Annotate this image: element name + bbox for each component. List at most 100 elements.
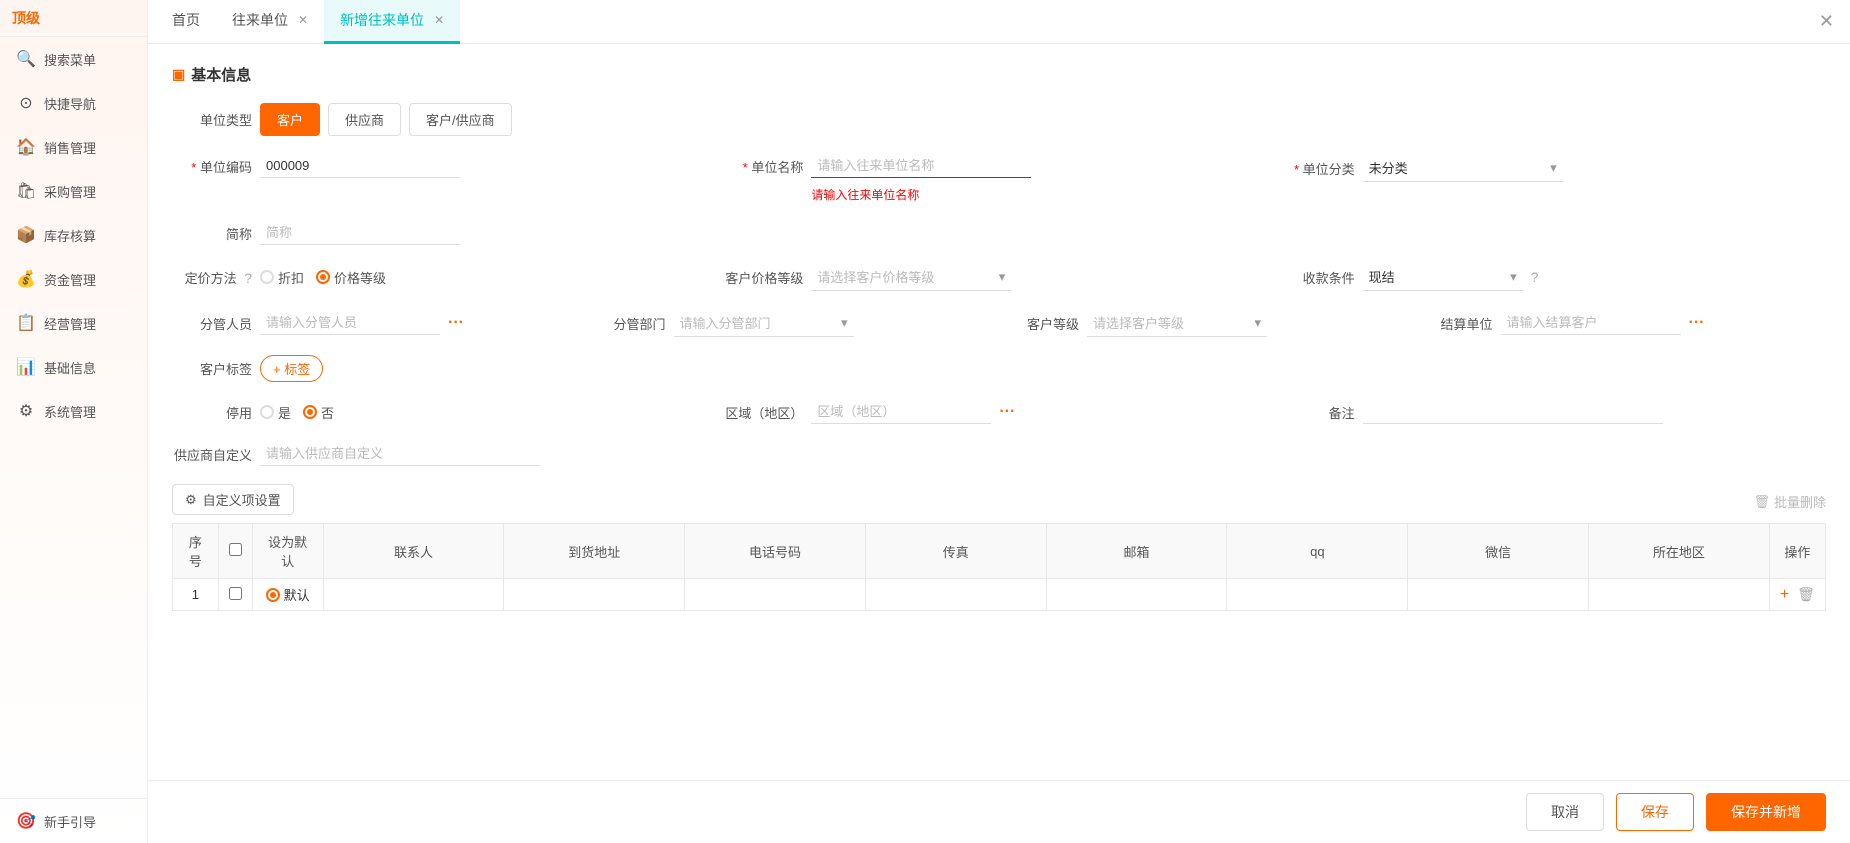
unit-code-input[interactable] bbox=[260, 154, 460, 178]
unit-category-select[interactable]: 未分类 ▾ bbox=[1363, 154, 1563, 182]
unit-type-buttons: 客户 供应商 客户/供应商 bbox=[260, 103, 512, 136]
disabled-no-radio[interactable]: 否 bbox=[303, 403, 334, 422]
supplier-custom-input[interactable] bbox=[260, 442, 540, 466]
row-contact-input[interactable] bbox=[334, 587, 494, 602]
tab-new-partner[interactable]: 新增往来单位 ✕ bbox=[324, 0, 460, 44]
unit-type-customer-button[interactable]: 客户 bbox=[260, 103, 320, 136]
purchase-icon: 🛍 bbox=[16, 181, 36, 201]
disabled-yes-label: 是 bbox=[278, 403, 291, 422]
pricing-row: 定价方法 ? 折扣 价格等级 客户价格等级 请选择客户价 bbox=[172, 263, 1826, 291]
custom-setting-button[interactable]: ⚙ 自定义项设置 bbox=[172, 484, 294, 515]
sidebar-item-sales[interactable]: 🏠 销售管理 bbox=[0, 125, 147, 169]
code-name-category-row: * 单位编码 * 单位名称 请输入往来单位名称 bbox=[172, 154, 1826, 203]
customer-price-level-select[interactable]: 请选择客户价格等级 ▾ bbox=[811, 263, 1011, 291]
guide-icon: 🎯 bbox=[16, 811, 36, 831]
region-field: 区域（地区） ··· bbox=[723, 400, 1274, 424]
col-index: 序号 bbox=[173, 524, 219, 579]
basic-icon: 📊 bbox=[16, 357, 36, 377]
pricing-level-radio[interactable]: 价格等级 bbox=[316, 268, 386, 287]
row-checkbox[interactable] bbox=[229, 587, 242, 600]
customer-level-placeholder: 请选择客户等级 bbox=[1093, 313, 1250, 332]
unit-name-input[interactable] bbox=[811, 154, 1031, 178]
sidebar-item-inventory[interactable]: 📦 库存核算 bbox=[0, 213, 147, 257]
row-qq-cell[interactable] bbox=[1227, 579, 1408, 611]
remark-input[interactable] bbox=[1363, 400, 1663, 424]
sidebar-item-finance[interactable]: 💰 资金管理 bbox=[0, 257, 147, 301]
row-fax-input[interactable] bbox=[876, 587, 1036, 602]
unit-category-label: * 单位分类 bbox=[1275, 159, 1355, 178]
region-input[interactable] bbox=[811, 400, 991, 424]
tab-new-partner-close-icon[interactable]: ✕ bbox=[434, 13, 444, 27]
row-address-cell[interactable] bbox=[504, 579, 685, 611]
manager-more-button[interactable]: ··· bbox=[448, 314, 464, 332]
table-row: 1 默认 bbox=[173, 579, 1826, 611]
row-qq-input[interactable] bbox=[1237, 587, 1397, 602]
row-contact-cell[interactable] bbox=[323, 579, 504, 611]
pricing-discount-label: 折扣 bbox=[278, 268, 304, 287]
sidebar-item-system[interactable]: ⚙ 系统管理 bbox=[0, 389, 147, 433]
select-all-checkbox[interactable] bbox=[229, 543, 242, 556]
row-area-input[interactable] bbox=[1599, 587, 1759, 602]
unit-type-label: 单位类型 bbox=[172, 110, 252, 129]
disabled-yes-radio[interactable]: 是 bbox=[260, 403, 291, 422]
row-email-cell[interactable] bbox=[1046, 579, 1227, 611]
row-area-cell[interactable] bbox=[1589, 579, 1770, 611]
custom-setting-icon: ⚙ bbox=[185, 492, 197, 508]
pricing-method-label: 定价方法 ? bbox=[172, 268, 252, 287]
supplier-custom-row: 供应商自定义 bbox=[172, 442, 1826, 466]
manager-input[interactable] bbox=[260, 311, 440, 335]
custom-setting-label: 自定义项设置 bbox=[203, 490, 281, 509]
department-select[interactable]: 请输入分管部门 ▾ bbox=[674, 309, 854, 337]
disabled-no-label: 否 bbox=[321, 403, 334, 422]
search-icon: 🔍 bbox=[16, 49, 36, 69]
payment-terms-label: 收款条件 bbox=[1275, 268, 1355, 287]
sidebar-item-quicknav[interactable]: ⊙ 快捷导航 bbox=[0, 81, 147, 125]
unit-category-field: * 单位分类 未分类 ▾ bbox=[1275, 154, 1826, 182]
unit-type-supplier-button[interactable]: 供应商 bbox=[328, 103, 401, 136]
tab-partner[interactable]: 往来单位 ✕ bbox=[216, 0, 324, 44]
payment-terms-help-icon[interactable]: ? bbox=[1531, 269, 1539, 285]
save-button[interactable]: 保存 bbox=[1616, 793, 1694, 831]
pricing-discount-radio[interactable]: 折扣 bbox=[260, 268, 304, 287]
sidebar-item-purchase[interactable]: 🛍 采购管理 bbox=[0, 169, 147, 213]
row-phone-input[interactable] bbox=[695, 587, 855, 602]
row-wechat-cell[interactable] bbox=[1408, 579, 1589, 611]
unit-type-both-button[interactable]: 客户/供应商 bbox=[409, 103, 512, 136]
row-phone-cell[interactable] bbox=[685, 579, 866, 611]
sidebar-item-operations[interactable]: 📋 经营管理 bbox=[0, 301, 147, 345]
sidebar-item-basic[interactable]: 📊 基础信息 bbox=[0, 345, 147, 389]
settlement-unit-more-button[interactable]: ··· bbox=[1689, 314, 1705, 332]
row-add-button[interactable]: + bbox=[1780, 586, 1789, 604]
pricing-level-circle bbox=[316, 270, 330, 284]
customer-price-level-placeholder: 请选择客户价格等级 bbox=[817, 267, 994, 286]
sidebar-item-search[interactable]: 🔍 搜索菜单 bbox=[0, 37, 147, 81]
tab-home[interactable]: 首页 bbox=[156, 0, 216, 44]
unit-type-field: 单位类型 客户 供应商 客户/供应商 bbox=[172, 103, 1826, 136]
row-address-input[interactable] bbox=[514, 587, 674, 602]
col-default: 设为默认 bbox=[252, 524, 323, 579]
payment-terms-select[interactable]: 现结 ▾ bbox=[1363, 263, 1523, 291]
row-default-cell: 默认 bbox=[252, 579, 323, 611]
row-delete-button[interactable]: 🗑 bbox=[1797, 586, 1815, 603]
window-close-button[interactable]: ✕ bbox=[1811, 11, 1842, 32]
sidebar-item-guide[interactable]: 🎯 新手引导 bbox=[0, 799, 147, 843]
region-more-button[interactable]: ··· bbox=[999, 403, 1015, 421]
pricing-method-help-icon[interactable]: ? bbox=[244, 270, 252, 286]
cancel-button[interactable]: 取消 bbox=[1526, 793, 1604, 831]
row-default-radio[interactable] bbox=[266, 588, 280, 602]
settlement-unit-input[interactable] bbox=[1501, 311, 1681, 335]
row-fax-cell[interactable] bbox=[865, 579, 1046, 611]
save-new-button[interactable]: 保存并新增 bbox=[1706, 793, 1826, 831]
unit-type-row: 单位类型 客户 供应商 客户/供应商 bbox=[172, 103, 1826, 136]
row-action-cell: + 🗑 bbox=[1769, 579, 1825, 611]
customer-price-level-arrow-icon: ▾ bbox=[999, 269, 1006, 285]
row-email-input[interactable] bbox=[1057, 587, 1217, 602]
customer-level-select[interactable]: 请选择客户等级 ▾ bbox=[1087, 309, 1267, 337]
row-wechat-input[interactable] bbox=[1418, 587, 1578, 602]
batch-delete-label[interactable]: 批量删除 bbox=[1774, 492, 1826, 511]
sidebar-item-label: 新手引导 bbox=[44, 812, 96, 831]
sidebar: 顶级 🔍 搜索菜单 ⊙ 快捷导航 🏠 销售管理 🛍 采购管理 📦 库存核算 💰 … bbox=[0, 0, 148, 843]
add-tag-button[interactable]: + 标签 bbox=[260, 355, 323, 382]
abbr-input[interactable] bbox=[260, 221, 460, 245]
tab-partner-close-icon[interactable]: ✕ bbox=[298, 13, 308, 27]
